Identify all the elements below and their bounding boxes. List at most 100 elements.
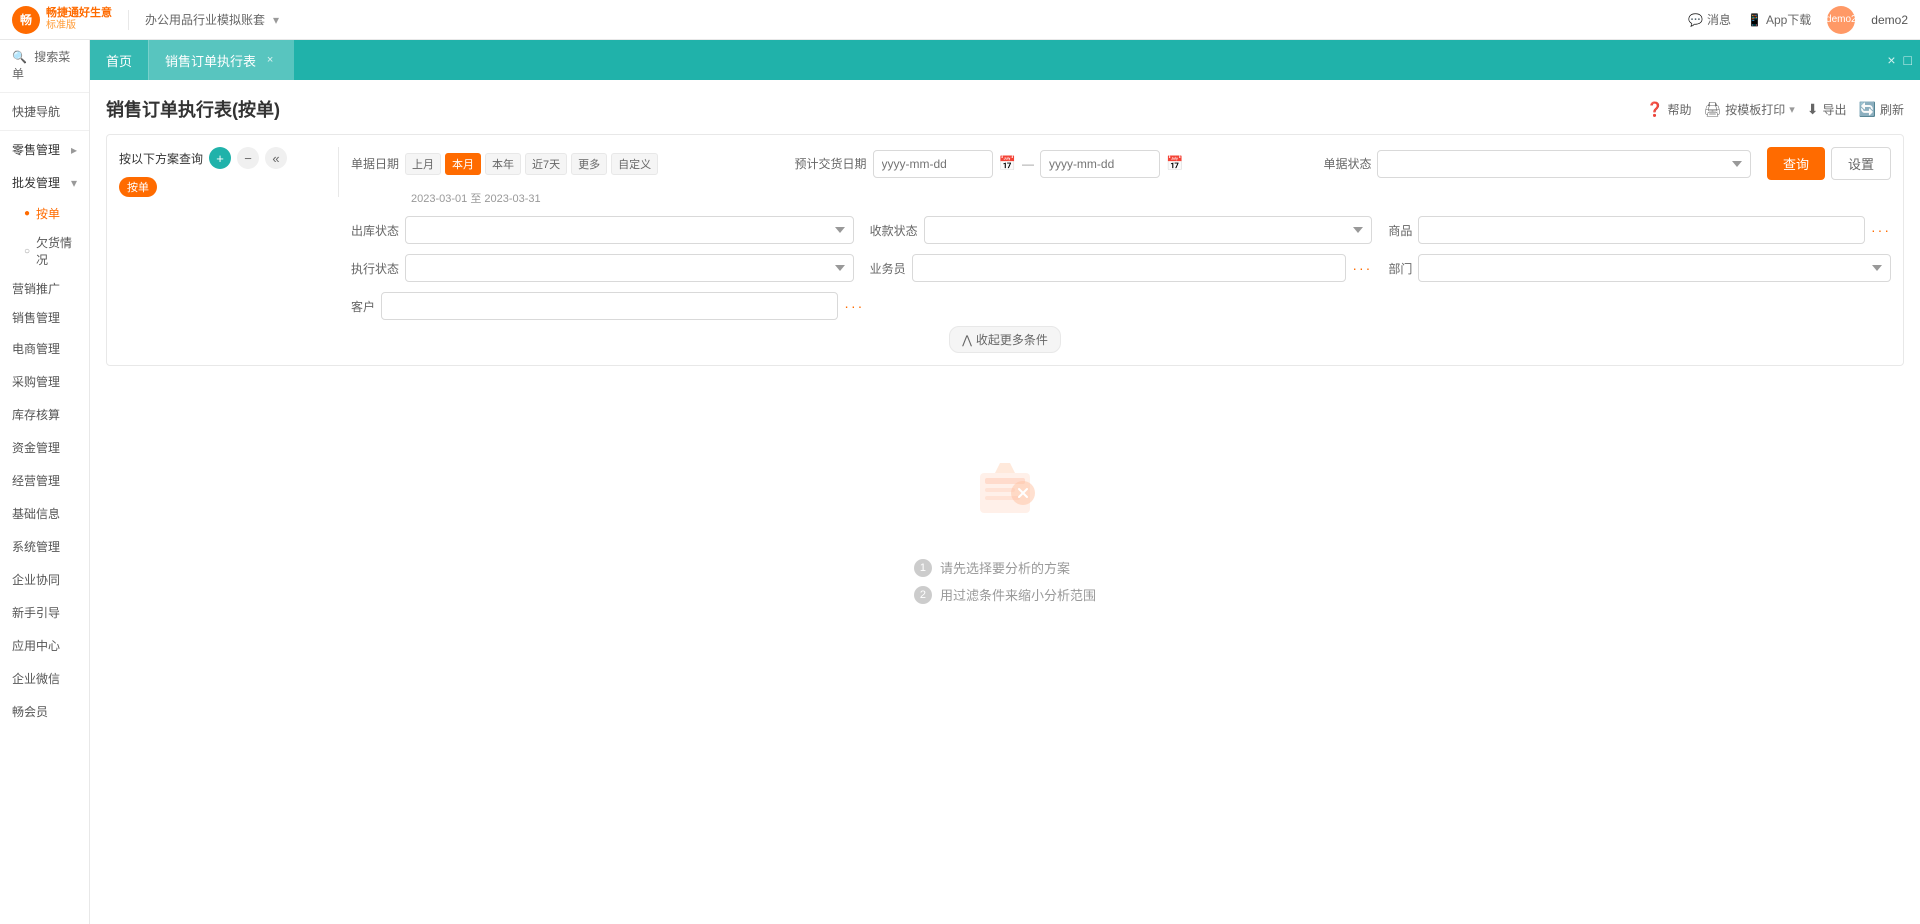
help-btn[interactable]: ❓ 帮助 <box>1646 101 1691 118</box>
collection-select[interactable] <box>924 216 1373 244</box>
app-title[interactable]: 办公用品行业模拟账套 <box>145 11 265 28</box>
search-icon: 🔍 <box>12 50 27 64</box>
date-btn-this-month[interactable]: 本月 <box>445 153 481 175</box>
outbound-label: 出库状态 <box>351 222 399 239</box>
print-dropdown-icon[interactable]: ▾ <box>1789 103 1795 116</box>
help-icon: ❓ <box>1646 101 1663 118</box>
sidebar-item-sales[interactable]: 销售管理 <box>0 303 89 332</box>
divider <box>128 10 129 30</box>
scheme-active-tag[interactable]: 按单 <box>119 177 157 197</box>
collapse-up-icon: ⋀ <box>962 333 972 347</box>
outbound-select[interactable] <box>405 216 854 244</box>
step-num-2: 2 <box>914 586 932 604</box>
window-maximize-btn[interactable]: □ <box>1904 52 1912 68</box>
app-download-btn[interactable]: 📱 App下载 <box>1747 11 1811 28</box>
window-close-btn[interactable]: × <box>1887 52 1895 68</box>
inactive-icon: ○ <box>24 246 30 257</box>
salesperson-label: 业务员 <box>870 260 906 277</box>
refresh-btn[interactable]: 🔄 刷新 <box>1859 101 1904 118</box>
execution-select[interactable] <box>405 254 854 282</box>
outbound-field: 出库状态 <box>351 216 854 244</box>
date-label: 单据日期 <box>351 155 399 172</box>
sidebar-item-retail[interactable]: 零售管理 ▸ <box>0 133 89 166</box>
sidebar-item-marketing[interactable]: 营销推广 <box>0 274 89 303</box>
filter-fields-row4: 客户 ··· <box>351 292 1891 320</box>
search-btn[interactable]: 查询 <box>1767 147 1825 180</box>
user-name[interactable]: demo2 <box>1871 13 1908 27</box>
collapse-scheme-btn[interactable]: « <box>265 147 287 169</box>
empty-step1: 1 请先选择要分析的方案 <box>914 558 1096 577</box>
expected-date-label: 预计交货日期 <box>794 155 866 172</box>
department-select[interactable] <box>1418 254 1891 282</box>
salesperson-input[interactable] <box>912 254 1347 282</box>
active-icon: ● <box>24 208 30 219</box>
header-right: 💬 消息 📱 App下载 demo2 demo2 <box>1688 6 1908 34</box>
sidebar-divider2 <box>0 130 89 131</box>
sidebar-item-operations[interactable]: 经营管理 <box>0 464 89 497</box>
sidebar-item-member[interactable]: 畅会员 <box>0 695 89 728</box>
export-icon: ⬇ <box>1807 101 1819 118</box>
app-title-dropdown-icon[interactable]: ▾ <box>273 13 279 27</box>
sidebar-item-ecommerce[interactable]: 电商管理 <box>0 332 89 365</box>
sidebar-item-inventory[interactable]: 库存核算 <box>0 398 89 431</box>
expected-date-start[interactable] <box>873 150 993 178</box>
logo-text: 畅捷通好生意 标准版 <box>46 7 112 32</box>
collection-label: 收款状态 <box>870 222 918 239</box>
settings-btn[interactable]: 设置 <box>1831 147 1891 180</box>
print-btn[interactable]: 🖨 按模板打印 ▾ <box>1703 101 1794 118</box>
message-btn[interactable]: 💬 消息 <box>1688 11 1731 28</box>
tab-close-btn[interactable]: × <box>262 52 278 68</box>
del-scheme-btn[interactable]: − <box>237 147 259 169</box>
sidebar-item-newbie[interactable]: 新手引导 <box>0 596 89 629</box>
sidebar-item-quick-nav[interactable]: 快捷导航 <box>0 95 89 128</box>
export-btn[interactable]: ⬇ 导出 <box>1807 101 1847 118</box>
page-actions: ❓ 帮助 🖨 按模板打印 ▾ ⬇ 导出 🔄 <box>1646 101 1904 118</box>
status-label: 单据状态 <box>1323 155 1371 172</box>
goods-input[interactable] <box>1418 216 1865 244</box>
customer-more-btn[interactable]: ··· <box>844 298 864 314</box>
sidebar-item-enterprise[interactable]: 企业协同 <box>0 563 89 596</box>
sidebar-item-finance[interactable]: 资金管理 <box>0 431 89 464</box>
calendar-icon2[interactable]: 📅 <box>1166 155 1183 172</box>
tab-bar: 首页 销售订单执行表 × × □ <box>90 40 1920 80</box>
status-select[interactable] <box>1377 150 1750 178</box>
salesperson-more-btn[interactable]: ··· <box>1352 260 1372 276</box>
tab-sales-order[interactable]: 销售订单执行表 × <box>148 40 294 80</box>
date-btn-this-year[interactable]: 本年 <box>485 153 521 175</box>
calendar-icon1[interactable]: 📅 <box>999 155 1016 172</box>
action-buttons: 查询 设置 <box>1767 147 1891 180</box>
goods-more-btn[interactable]: ··· <box>1871 222 1891 238</box>
status-field: 单据状态 <box>1323 150 1750 178</box>
date-separator: — <box>1022 157 1034 171</box>
sidebar-sub-item-debt[interactable]: ○ 欠货情况 <box>0 228 89 274</box>
customer-input[interactable] <box>381 292 838 320</box>
date-btn-7days[interactable]: 近7天 <box>525 153 567 175</box>
expected-date-end[interactable] <box>1040 150 1160 178</box>
date-btn-last-month[interactable]: 上月 <box>405 153 441 175</box>
goods-label: 商品 <box>1388 222 1412 239</box>
collapse-more-btn[interactable]: ⋀ 收起更多条件 <box>949 326 1061 353</box>
filter-fields-row2: 出库状态 收款状态 商品 ··· <box>351 216 1891 244</box>
customer-label: 客户 <box>351 298 375 315</box>
logo-icon: 畅 <box>12 6 40 34</box>
sidebar-item-wholesale[interactable]: 批发管理 ▾ <box>0 166 89 199</box>
tab-home[interactable]: 首页 <box>90 40 148 80</box>
sidebar-item-purchase[interactable]: 采购管理 <box>0 365 89 398</box>
sidebar-item-basic[interactable]: 基础信息 <box>0 497 89 530</box>
page-title-bar: 销售订单执行表(按单) ❓ 帮助 🖨 按模板打印 ▾ ⬇ <box>106 96 1904 122</box>
sidebar-item-wechat[interactable]: 企业微信 <box>0 662 89 695</box>
sidebar-item-system[interactable]: 系统管理 <box>0 530 89 563</box>
date-btn-more[interactable]: 更多 <box>571 153 607 175</box>
sidebar-search[interactable]: 🔍 搜索菜单 <box>0 40 89 90</box>
scheme-panel: 按以下方案查询 + − « 按单 <box>119 147 339 197</box>
collection-field: 收款状态 <box>870 216 1373 244</box>
sidebar-sub-item-order[interactable]: ● 按单 <box>0 199 89 228</box>
top-header: 畅 畅捷通好生意 标准版 办公用品行业模拟账套 ▾ 💬 消息 📱 App下载 d… <box>0 0 1920 40</box>
department-field: 部门 <box>1388 254 1891 282</box>
user-avatar[interactable]: demo2 <box>1827 6 1855 34</box>
chevron-down-icon: ▾ <box>71 176 77 190</box>
date-btn-custom[interactable]: 自定义 <box>611 153 658 175</box>
sidebar-item-apps[interactable]: 应用中心 <box>0 629 89 662</box>
add-scheme-btn[interactable]: + <box>209 147 231 169</box>
goods-field: 商品 ··· <box>1388 216 1891 244</box>
